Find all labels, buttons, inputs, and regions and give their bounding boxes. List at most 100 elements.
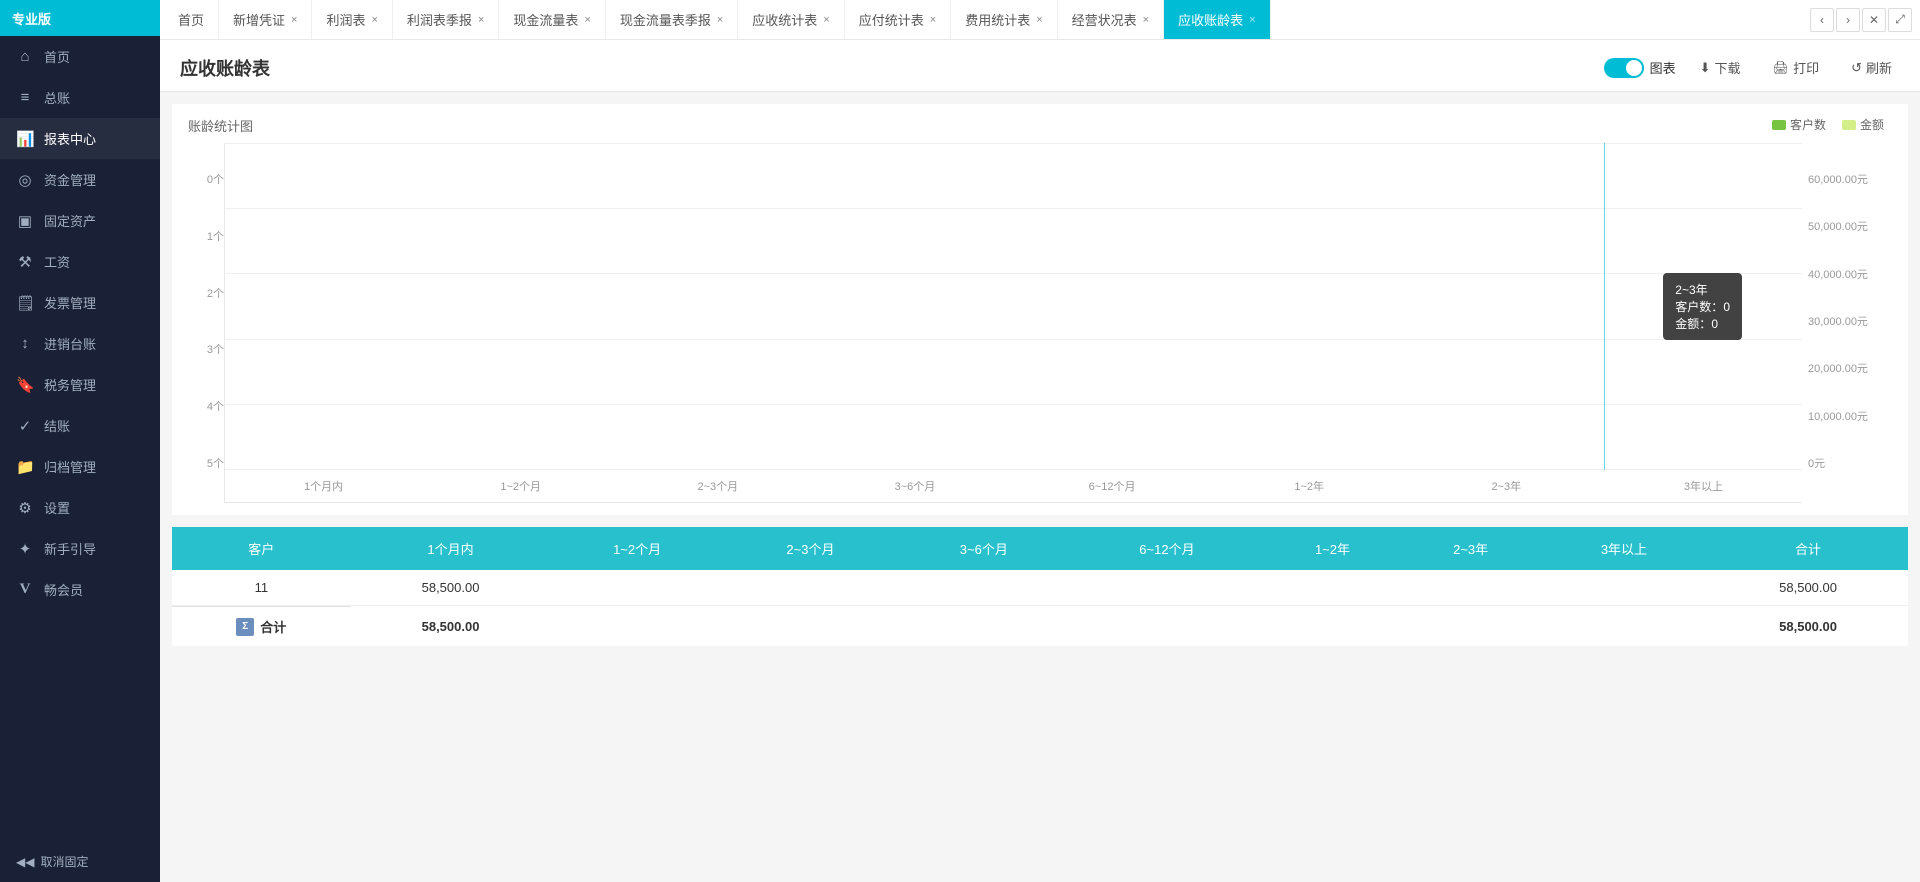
sidebar-item-tax[interactable]: 🔖 税务管理 — [0, 364, 160, 405]
sidebar-pin-toggle[interactable]: ◀◀ 取消固定 — [0, 841, 160, 882]
total-36month — [897, 606, 1070, 647]
header-actions: 图表 ⬇ 下载 🖨 打印 ↺ 刷新 — [1604, 54, 1900, 81]
legend-customer-label: 客户数 — [1790, 116, 1826, 133]
tab-expand-button[interactable]: ⤢ — [1888, 8, 1912, 32]
sidebar-item-archive[interactable]: 📁 归档管理 — [0, 446, 160, 487]
sidebar-item-guide[interactable]: ✦ 新手引导 — [0, 528, 160, 569]
chart-toggle-label: 图表 — [1650, 58, 1676, 77]
download-button[interactable]: ⬇ 下载 — [1692, 54, 1749, 81]
sidebar-item-assets[interactable]: ▣ 固定资产 — [0, 200, 160, 241]
tab-close-icon[interactable]: × — [1143, 14, 1149, 26]
refresh-button[interactable]: ↺ 刷新 — [1843, 54, 1900, 81]
tab-close-icon[interactable]: × — [930, 14, 936, 26]
sidebar-item-closing[interactable]: ✓ 结账 — [0, 405, 160, 446]
tab-next-button[interactable]: › — [1836, 8, 1860, 32]
page-header: 应收账龄表 图表 ⬇ 下载 🖨 打印 ↺ 刷新 — [160, 40, 1920, 92]
download-label: 下载 — [1715, 58, 1741, 77]
table-row: 11 58,500.00 58,500.00 — [172, 570, 1908, 606]
col-1month: 1个月内 — [351, 527, 551, 570]
tab-label: 利润表季报 — [407, 10, 472, 29]
x-label-36month: 3~6个月 — [816, 470, 1013, 502]
total-1month: 58,500.00 — [351, 606, 551, 647]
archive-icon: 📁 — [16, 458, 34, 476]
invoice-icon: 🗒 — [16, 294, 34, 312]
legend-amount: 金额 — [1842, 116, 1884, 133]
sidebar-item-label: 工资 — [44, 252, 70, 271]
sidebar-item-label: 结账 — [44, 416, 70, 435]
sidebar-item-sales[interactable]: ↕ 进销台账 — [0, 323, 160, 364]
sidebar-item-label: 总账 — [44, 88, 70, 107]
y-axis-right: 0元 10,000.00元 20,000.00元 30,000.00元 40,0… — [1802, 171, 1892, 471]
tab-cashflow[interactable]: 现金流量表 × — [499, 0, 605, 40]
tab-home[interactable]: 首页 — [164, 0, 219, 40]
tab-expense-stats[interactable]: 费用统计表 × — [951, 0, 1057, 40]
legend-customer-count: 客户数 — [1772, 116, 1826, 133]
sidebar-item-settings[interactable]: ⚙ 设置 — [0, 487, 160, 528]
sidebar-item-invoice[interactable]: 🗒 发票管理 — [0, 282, 160, 323]
table-section: 客户 1个月内 1~2个月 2~3个月 3~6个月 6~12个月 1~2年 2~… — [172, 527, 1908, 646]
tab-receivable-stats[interactable]: 应收统计表 × — [738, 0, 844, 40]
tab-business-status[interactable]: 经营状况表 × — [1058, 0, 1164, 40]
tab-close-icon[interactable]: × — [584, 14, 590, 26]
col-customer: 客户 — [172, 527, 351, 570]
tab-close-icon[interactable]: × — [1036, 14, 1042, 26]
print-button[interactable]: 🖨 打印 — [1765, 54, 1828, 81]
total-612month — [1070, 606, 1263, 647]
tab-close-active-icon[interactable]: × — [1249, 14, 1255, 26]
tab-close-icon[interactable]: × — [371, 14, 377, 26]
col-23month: 2~3个月 — [724, 527, 897, 570]
chart-toggle[interactable] — [1604, 58, 1644, 78]
sidebar-item-vip[interactable]: V 畅会员 — [0, 569, 160, 610]
x-label-23year: 2~3年 — [1408, 470, 1605, 502]
tab-nav-buttons: ‹ › ✕ ⤢ — [1810, 8, 1916, 32]
y-axis-left: 5个 4个 3个 2个 1个 0个 — [188, 171, 224, 471]
cell-23month — [724, 570, 897, 606]
tab-close-all-button[interactable]: ✕ — [1862, 8, 1886, 32]
total-total: 58,500.00 — [1708, 606, 1908, 647]
tab-new-voucher[interactable]: 新增凭证 × — [219, 0, 312, 40]
sidebar-item-label: 首页 — [44, 47, 70, 66]
app-logo: 专业版 — [0, 0, 160, 36]
chart-inner: 2~3年 客户数：0 金额：0 1个月内 1~2个月 2~3个月 3~6个月 6… — [224, 143, 1802, 503]
tab-close-icon[interactable]: × — [717, 14, 723, 26]
sidebar-item-ledger[interactable]: ≡ 总账 — [0, 77, 160, 118]
sidebar-item-capital[interactable]: ◎ 资金管理 — [0, 159, 160, 200]
sidebar-item-home[interactable]: ⌂ 首页 — [0, 36, 160, 77]
sidebar-item-reports[interactable]: 📊 报表中心 — [0, 118, 160, 159]
col-36month: 3~6个月 — [897, 527, 1070, 570]
cell-3plus — [1540, 570, 1708, 606]
legend-light-dot — [1842, 120, 1856, 130]
chart-title: 账龄统计图 — [188, 116, 1892, 135]
tab-profit-quarter[interactable]: 利润表季报 × — [393, 0, 499, 40]
bars-area — [225, 143, 1802, 470]
x-label-612month: 6~12个月 — [1014, 470, 1211, 502]
tab-bar: 首页 新增凭证 × 利润表 × 利润表季报 × 现金流量表 × 现金流量表季报 … — [160, 0, 1920, 40]
tab-payable-stats[interactable]: 应付统计表 × — [845, 0, 951, 40]
tab-label: 经营状况表 — [1072, 10, 1137, 29]
sidebar-item-salary[interactable]: ⚒ 工资 — [0, 241, 160, 282]
chart-legend: 客户数 金额 — [1772, 116, 1884, 133]
chart-toggle-wrap: 图表 — [1604, 58, 1676, 78]
tab-cashflow-quarter[interactable]: 现金流量表季报 × — [606, 0, 738, 40]
tab-receivable-aging[interactable]: 应收账龄表 × — [1164, 0, 1270, 40]
cell-12month — [550, 570, 723, 606]
col-total: 合计 — [1708, 527, 1908, 570]
tab-label: 应收账龄表 — [1178, 10, 1243, 29]
tab-close-icon[interactable]: × — [478, 14, 484, 26]
sidebar-item-label: 进销台账 — [44, 334, 96, 353]
sidebar-item-label: 固定资产 — [44, 211, 96, 230]
tax-icon: 🔖 — [16, 376, 34, 394]
print-icon: 🖨 — [1773, 60, 1790, 76]
x-label-1month: 1个月内 — [225, 470, 422, 502]
tab-close-icon[interactable]: × — [823, 14, 829, 26]
cell-customer: 11 — [172, 570, 351, 606]
tab-prev-button[interactable]: ‹ — [1810, 8, 1834, 32]
table-header-row: 客户 1个月内 1~2个月 2~3个月 3~6个月 6~12个月 1~2年 2~… — [172, 527, 1908, 570]
print-label: 打印 — [1793, 58, 1819, 77]
closing-icon: ✓ — [16, 417, 34, 435]
page-title: 应收账龄表 — [180, 55, 270, 81]
tab-profit[interactable]: 利润表 × — [312, 0, 392, 40]
col-12year: 1~2年 — [1263, 527, 1401, 570]
tab-close-icon[interactable]: × — [291, 14, 297, 26]
assets-icon: ▣ — [16, 212, 34, 230]
